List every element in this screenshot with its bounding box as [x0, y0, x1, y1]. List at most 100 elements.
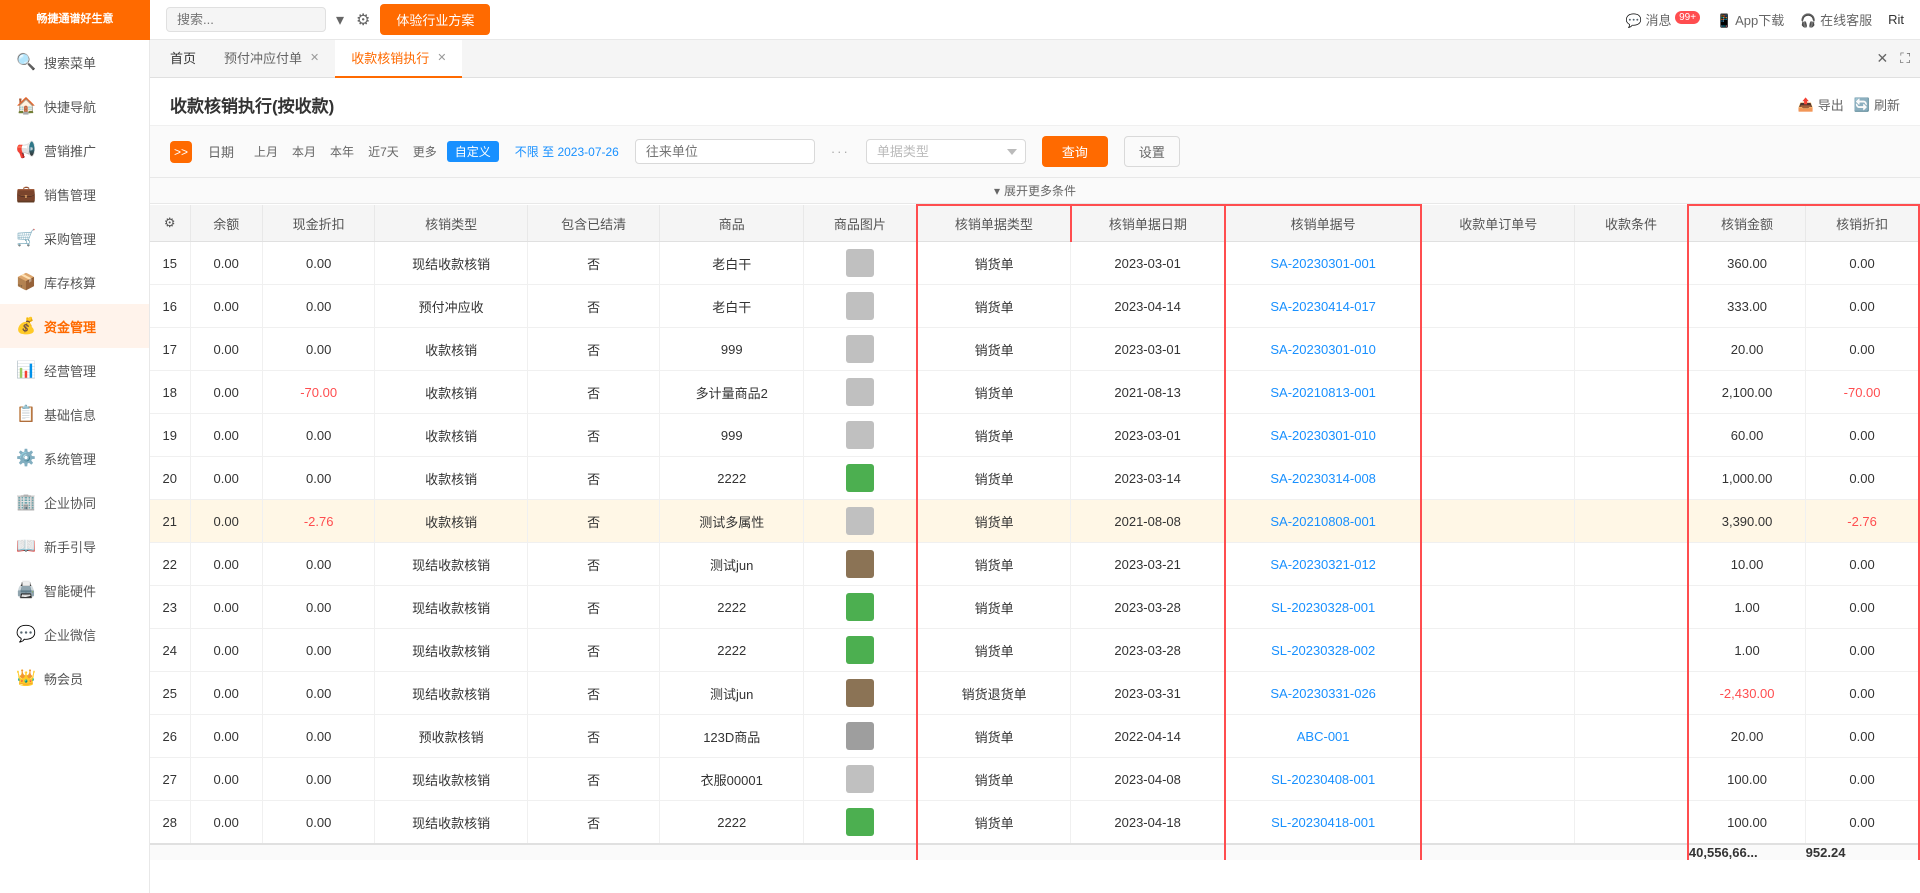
counterparty-input[interactable] [635, 139, 815, 164]
settings-gear-icon[interactable]: ⚙ [354, 8, 372, 32]
sidebar-label: 畅会员 [44, 669, 83, 688]
col-cancel-bill-date: 核销单据日期 [1071, 205, 1225, 242]
cell-cancel-bill-no[interactable]: SA-20230301-001 [1225, 242, 1421, 285]
date-cur-month-btn[interactable]: 本月 [288, 141, 320, 162]
cell-cancel-bill-no[interactable]: SA-20210813-001 [1225, 371, 1421, 414]
inventory-icon: 📦 [16, 272, 36, 292]
cell-cancel-amount: 1,000.00 [1688, 457, 1806, 500]
cell-cancel-bill-type: 销货单 [917, 543, 1071, 586]
cell-receipt-order-no [1421, 457, 1574, 500]
cell-cancel-bill-no[interactable]: SL-20230408-001 [1225, 758, 1421, 801]
cell-cash-discount: 0.00 [262, 758, 374, 801]
cell-cancel-amount: -2,430.00 [1688, 672, 1806, 715]
total-cancel-discount: 952.24 [1806, 844, 1919, 860]
tab-receipts[interactable]: 收款核销执行 ✕ [335, 40, 462, 78]
cell-cancel-bill-no[interactable]: ABC-001 [1225, 715, 1421, 758]
export-btn[interactable]: 📤 导出 [1798, 95, 1844, 114]
sidebar-item-basic-info[interactable]: 📋 基础信息 [0, 392, 149, 436]
tab-prepay[interactable]: 预付冲应付单 ✕ [208, 40, 335, 78]
sidebar-item-quick-nav[interactable]: 🏠 快捷导航 [0, 84, 149, 128]
table-container[interactable]: ⚙ 余额 现金折扣 核销类型 包含已结清 商品 商品图片 核销单据类型 核销单据… [150, 204, 1920, 893]
cell-balance: 0.00 [190, 242, 262, 285]
table-row: 17 0.00 0.00 收款核销 否 999 销货单 2023-03-01 S… [150, 328, 1919, 371]
col-settings[interactable]: ⚙ [150, 205, 190, 242]
cell-cancel-bill-date: 2023-03-01 [1071, 242, 1225, 285]
cell-row-num: 23 [150, 586, 190, 629]
col-cash-discount: 现金折扣 [262, 205, 374, 242]
user-account[interactable]: Rit [1888, 12, 1904, 27]
sidebar-item-inventory[interactable]: 📦 库存核算 [0, 260, 149, 304]
filter-dots: ··· [831, 144, 850, 159]
sidebar-item-operations[interactable]: 📊 经营管理 [0, 348, 149, 392]
refresh-btn[interactable]: 🔄 刷新 [1854, 95, 1900, 114]
sidebar-item-system[interactable]: ⚙️ 系统管理 [0, 436, 149, 480]
cell-product-img [804, 242, 917, 285]
sidebar-item-wechat[interactable]: 💬 企业微信 [0, 612, 149, 656]
cell-cancel-discount: 0.00 [1806, 285, 1919, 328]
sidebar-item-guide[interactable]: 📖 新手引导 [0, 524, 149, 568]
cell-cancel-bill-no[interactable]: SA-20230301-010 [1225, 328, 1421, 371]
date-cur-year-btn[interactable]: 本年 [326, 141, 358, 162]
sidebar-item-member[interactable]: 👑 畅会员 [0, 656, 149, 700]
cell-cancel-type: 收款核销 [375, 500, 528, 543]
date-custom-btn[interactable]: 自定义 [447, 141, 499, 162]
sidebar-item-marketing[interactable]: 📢 营销推广 [0, 128, 149, 172]
cell-cancel-bill-type: 销货单 [917, 586, 1071, 629]
table-settings-btn[interactable]: 设置 [1124, 136, 1180, 167]
sidebar-item-finance[interactable]: 💰 资金管理 [0, 304, 149, 348]
expand-more-btn[interactable]: ▾ 展开更多条件 [994, 182, 1076, 199]
col-cancel-discount: 核销折扣 [1806, 205, 1919, 242]
online-service-btn[interactable]: 🎧 在线客服 [1800, 10, 1872, 29]
date-7days-btn[interactable]: 近7天 [364, 141, 403, 162]
sidebar-item-search-menu[interactable]: 🔍 搜索菜单 [0, 40, 149, 84]
cell-cancel-bill-date: 2022-04-14 [1071, 715, 1225, 758]
col-product-img: 商品图片 [804, 205, 917, 242]
top-search-input[interactable] [166, 7, 326, 32]
cell-receipt-order-no [1421, 371, 1574, 414]
cell-row-num: 15 [150, 242, 190, 285]
date-prev-month-btn[interactable]: 上月 [250, 141, 282, 162]
message-btn[interactable]: 💬 消息 99+ [1626, 10, 1700, 29]
cell-cancel-bill-date: 2023-03-01 [1071, 328, 1225, 371]
cell-receipt-condition [1575, 371, 1688, 414]
cell-cancel-bill-date: 2023-04-08 [1071, 758, 1225, 801]
sidebar-item-smart-hw[interactable]: 🖨️ 智能硬件 [0, 568, 149, 612]
cell-cancel-bill-no[interactable]: SL-20230328-001 [1225, 586, 1421, 629]
cell-cancel-bill-type: 销货单 [917, 500, 1071, 543]
cell-cancel-bill-no[interactable]: SA-20230331-026 [1225, 672, 1421, 715]
query-btn[interactable]: 查询 [1042, 136, 1108, 167]
cell-cancel-amount: 20.00 [1688, 328, 1806, 371]
wechat-icon: 💬 [16, 624, 36, 644]
cell-cash-discount: 0.00 [262, 672, 374, 715]
cell-cancel-bill-no[interactable]: SA-20230301-010 [1225, 414, 1421, 457]
sidebar-item-sales[interactable]: 💼 销售管理 [0, 172, 149, 216]
tab-close-window-icon[interactable]: ✕ [1874, 48, 1890, 69]
tab-receipts-close[interactable]: ✕ [437, 51, 446, 64]
cell-cancel-bill-no[interactable]: SA-20230321-012 [1225, 543, 1421, 586]
cell-cancel-type: 现结收款核销 [375, 758, 528, 801]
date-more-btn[interactable]: 更多 [409, 141, 441, 162]
filter-expand-btn[interactable]: >> [170, 141, 192, 163]
dropdown-icon[interactable]: ▾ [334, 8, 346, 32]
sidebar-item-purchase[interactable]: 🛒 采购管理 [0, 216, 149, 260]
tab-prepay-close[interactable]: ✕ [310, 51, 319, 64]
expand-more-icon: ▾ [994, 184, 1000, 198]
cell-cancel-bill-no[interactable]: SA-20230314-008 [1225, 457, 1421, 500]
sidebar-item-enterprise[interactable]: 🏢 企业协同 [0, 480, 149, 524]
tab-maximize-icon[interactable]: ⛶ [1898, 48, 1912, 69]
cell-cash-discount: 0.00 [262, 328, 374, 371]
bill-type-select[interactable]: 单据类型 [866, 139, 1026, 164]
cell-receipt-order-no [1421, 629, 1574, 672]
solution-btn[interactable]: 体验行业方案 [380, 4, 490, 35]
cell-cancel-bill-no[interactable]: SA-20210808-001 [1225, 500, 1421, 543]
cell-cancel-amount: 333.00 [1688, 285, 1806, 328]
cell-product-img [804, 285, 917, 328]
cell-cancel-bill-no[interactable]: SL-20230328-002 [1225, 629, 1421, 672]
cell-cancel-bill-no[interactable]: SA-20230414-017 [1225, 285, 1421, 328]
cell-balance: 0.00 [190, 328, 262, 371]
tab-home[interactable]: 首页 [158, 40, 208, 78]
cell-row-num: 19 [150, 414, 190, 457]
app-download-btn[interactable]: 📱 App下载 [1716, 10, 1784, 29]
cell-product-img [804, 371, 917, 414]
cell-cancel-bill-no[interactable]: SL-20230418-001 [1225, 801, 1421, 845]
